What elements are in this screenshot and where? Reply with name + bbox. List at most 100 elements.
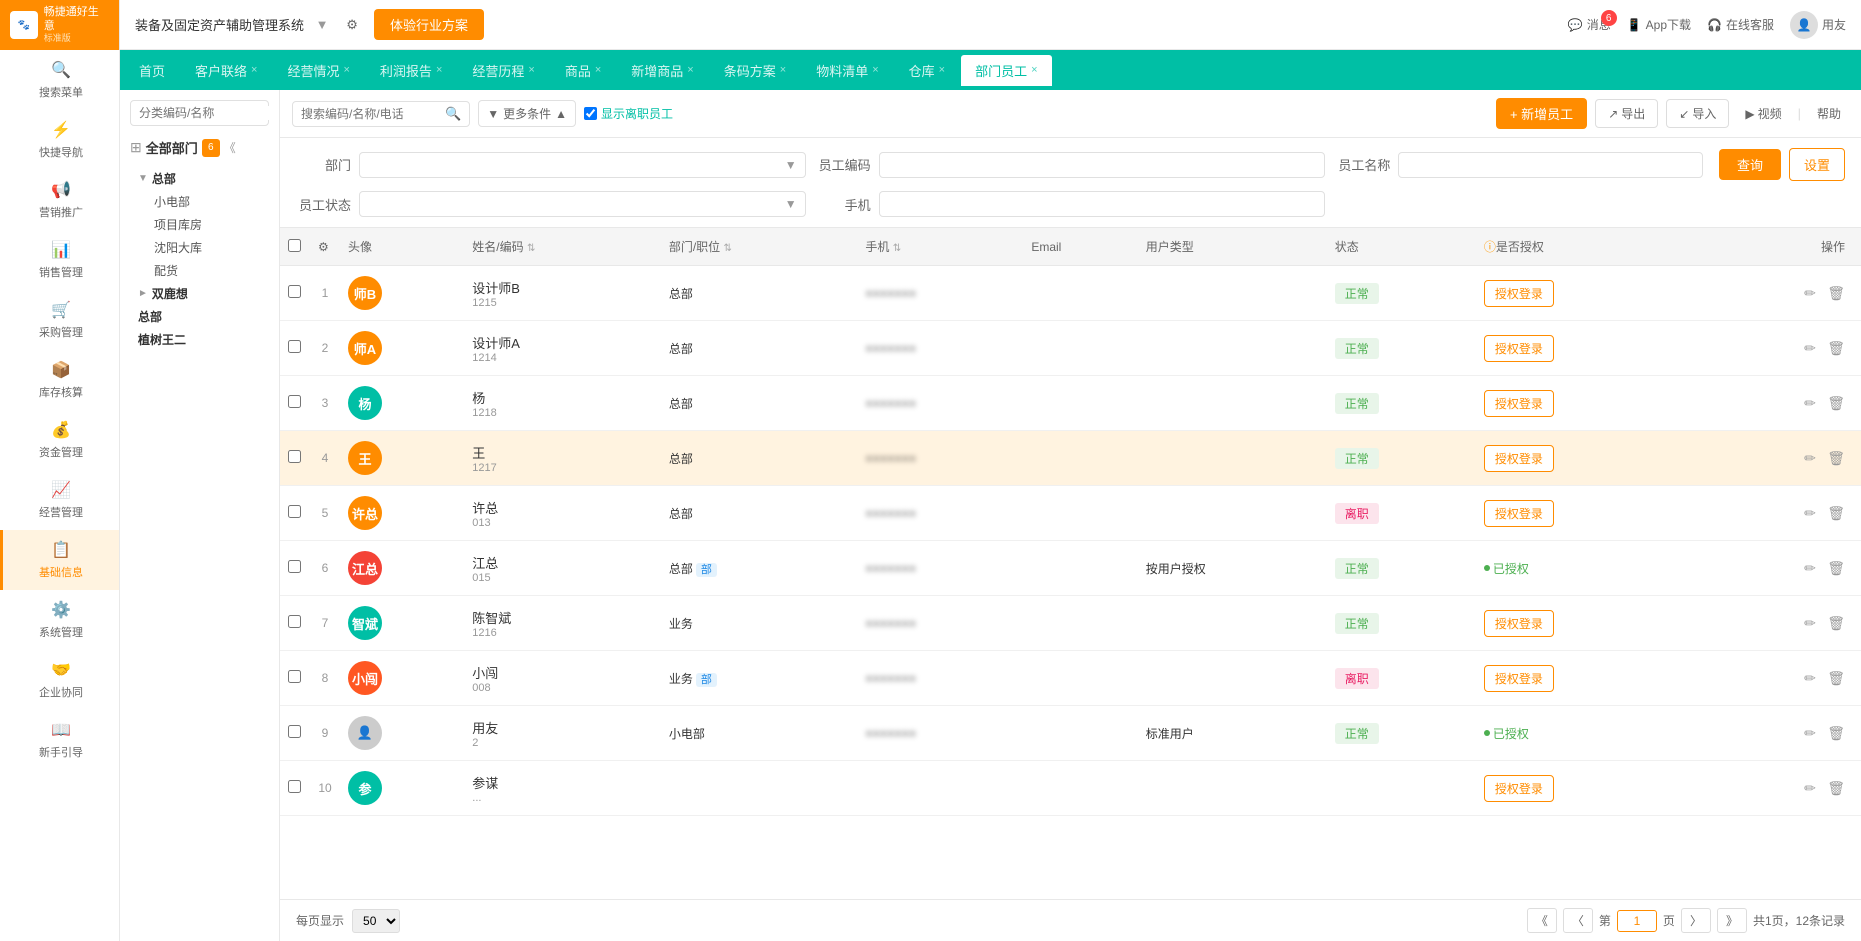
- edit-button[interactable]: ✏: [1800, 503, 1820, 524]
- user-item[interactable]: 👤 用友: [1790, 11, 1846, 39]
- sidebar-item-search[interactable]: 🔍搜索菜单: [0, 50, 119, 110]
- dept-node-zongbu2[interactable]: 总部: [130, 305, 269, 328]
- sidebar-item-system[interactable]: ⚙️系统管理: [0, 590, 119, 650]
- row-checkbox[interactable]: [288, 285, 301, 298]
- nav-tab-经营历程[interactable]: 经营历程×: [458, 55, 548, 86]
- dept-node-peihuo[interactable]: 配货: [146, 259, 269, 282]
- first-page-button[interactable]: 《: [1527, 908, 1557, 933]
- sidebar-item-sales[interactable]: 📊销售管理: [0, 230, 119, 290]
- auth-button[interactable]: 授权登录: [1484, 775, 1554, 802]
- row-checkbox[interactable]: [288, 395, 301, 408]
- row-checkbox[interactable]: [288, 725, 301, 738]
- row-checkbox-cell[interactable]: [280, 266, 310, 321]
- sidebar-item-purchase[interactable]: 🛒采购管理: [0, 290, 119, 350]
- row-checkbox-cell[interactable]: [280, 596, 310, 651]
- tab-close-icon[interactable]: ×: [251, 64, 257, 76]
- tab-close-icon[interactable]: ×: [780, 64, 786, 76]
- nav-tab-客户联络[interactable]: 客户联络×: [181, 55, 271, 86]
- all-dept-label[interactable]: 全部部门: [146, 134, 198, 161]
- delete-button[interactable]: 🗑: [1823, 393, 1849, 414]
- delete-button[interactable]: 🗑: [1823, 503, 1849, 524]
- show-resigned-checkbox[interactable]: 显示离职员工: [584, 105, 673, 122]
- export-button[interactable]: ↗ 导出: [1595, 99, 1658, 128]
- add-employee-button[interactable]: + 新增员工: [1496, 98, 1587, 129]
- nav-tab-利润报告[interactable]: 利润报告×: [366, 55, 456, 86]
- dept-node-shenyangdaku[interactable]: 沈阳大库: [146, 236, 269, 259]
- view-button[interactable]: ▶ 视频: [1737, 100, 1789, 127]
- auth-button[interactable]: 授权登录: [1484, 610, 1554, 637]
- nav-tab-条码方案[interactable]: 条码方案×: [710, 55, 800, 86]
- sidebar-item-basic[interactable]: 📋基础信息: [0, 530, 119, 590]
- row-checkbox-cell[interactable]: [280, 541, 310, 596]
- dept-node-xiangmukufang[interactable]: 项目库房: [146, 213, 269, 236]
- header-checkbox[interactable]: [280, 228, 310, 266]
- header-phone[interactable]: 手机 ⇅: [857, 228, 1023, 266]
- row-checkbox-cell[interactable]: [280, 706, 310, 761]
- page-size-select[interactable]: 50: [352, 909, 400, 933]
- query-button[interactable]: 查询: [1719, 149, 1781, 180]
- prev-page-button[interactable]: 〈: [1563, 908, 1593, 933]
- next-page-button[interactable]: 〉: [1681, 908, 1711, 933]
- settings-button[interactable]: 设置: [1789, 148, 1845, 181]
- nav-tab-经营情况[interactable]: 经营情况×: [273, 55, 363, 86]
- resigned-checkbox-input[interactable]: [584, 107, 597, 120]
- dept-node-xiaodianbu[interactable]: 小电部: [146, 190, 269, 213]
- phone-input[interactable]: [879, 191, 1326, 217]
- edit-button[interactable]: ✏: [1800, 393, 1820, 414]
- sidebar-item-operations[interactable]: 📈经营管理: [0, 470, 119, 530]
- dept-node-zhishuwang[interactable]: 植树王二: [130, 328, 269, 351]
- row-checkbox-cell[interactable]: [280, 486, 310, 541]
- row-checkbox[interactable]: [288, 505, 301, 518]
- dept-search-input[interactable]: [139, 106, 280, 120]
- auth-button[interactable]: 授权登录: [1484, 665, 1554, 692]
- more-conditions-button[interactable]: ▼ 更多条件 ▲: [478, 100, 576, 127]
- dept-search-box[interactable]: 🔍: [130, 100, 269, 126]
- try-industry-button[interactable]: 体验行业方案: [374, 9, 484, 40]
- message-item[interactable]: 💬 消息 6: [1568, 16, 1611, 33]
- edit-button[interactable]: ✏: [1800, 283, 1820, 304]
- sidebar-item-finance[interactable]: 💰资金管理: [0, 410, 119, 470]
- delete-button[interactable]: 🗑: [1823, 668, 1849, 689]
- dept-node-zongbu[interactable]: ▼ 总部: [130, 167, 269, 190]
- row-checkbox[interactable]: [288, 670, 301, 683]
- delete-button[interactable]: 🗑: [1823, 723, 1849, 744]
- tab-close-icon[interactable]: ×: [595, 64, 601, 76]
- auth-button[interactable]: 授权登录: [1484, 335, 1554, 362]
- select-all-checkbox[interactable]: [288, 239, 301, 252]
- emp-name-input[interactable]: [1398, 152, 1703, 178]
- tab-close-icon[interactable]: ×: [436, 64, 442, 76]
- collapse-icon[interactable]: 《: [224, 139, 236, 156]
- dept-select[interactable]: ▼: [359, 152, 806, 178]
- nav-tab-部门员工[interactable]: 部门员工×: [961, 55, 1051, 86]
- row-checkbox-cell[interactable]: [280, 376, 310, 431]
- edit-button[interactable]: ✏: [1800, 613, 1820, 634]
- row-checkbox[interactable]: [288, 560, 301, 573]
- edit-button[interactable]: ✏: [1800, 723, 1820, 744]
- delete-button[interactable]: 🗑: [1823, 778, 1849, 799]
- system-dropdown-icon[interactable]: ▼: [314, 17, 330, 33]
- emp-status-select[interactable]: ▼: [359, 191, 806, 217]
- last-page-button[interactable]: 》: [1717, 908, 1747, 933]
- sidebar-item-inventory[interactable]: 📦库存核算: [0, 350, 119, 410]
- auth-button[interactable]: 授权登录: [1484, 390, 1554, 417]
- row-checkbox-cell[interactable]: [280, 651, 310, 706]
- nav-tab-商品[interactable]: 商品×: [551, 55, 615, 86]
- emp-code-input[interactable]: [879, 152, 1326, 178]
- row-checkbox[interactable]: [288, 615, 301, 628]
- auth-button[interactable]: 授权登录: [1484, 445, 1554, 472]
- auth-button[interactable]: 授权登录: [1484, 280, 1554, 307]
- auth-button[interactable]: 授权登录: [1484, 500, 1554, 527]
- sidebar-item-guide[interactable]: 📖新手引导: [0, 710, 119, 770]
- row-checkbox[interactable]: [288, 780, 301, 793]
- settings-gear-icon[interactable]: ⚙: [340, 13, 364, 37]
- tab-close-icon[interactable]: ×: [687, 64, 693, 76]
- sidebar-item-marketing[interactable]: 📢营销推广: [0, 170, 119, 230]
- row-checkbox-cell[interactable]: [280, 431, 310, 486]
- header-name-code[interactable]: 姓名/编码 ⇅: [464, 228, 661, 266]
- sidebar-item-shortcut[interactable]: ⚡快捷导航: [0, 110, 119, 170]
- row-checkbox[interactable]: [288, 450, 301, 463]
- nav-tab-新增商品[interactable]: 新增商品×: [617, 55, 707, 86]
- tab-close-icon[interactable]: ×: [528, 64, 534, 76]
- tab-close-icon[interactable]: ×: [872, 64, 878, 76]
- app-download-item[interactable]: 📱 App下载: [1627, 16, 1691, 33]
